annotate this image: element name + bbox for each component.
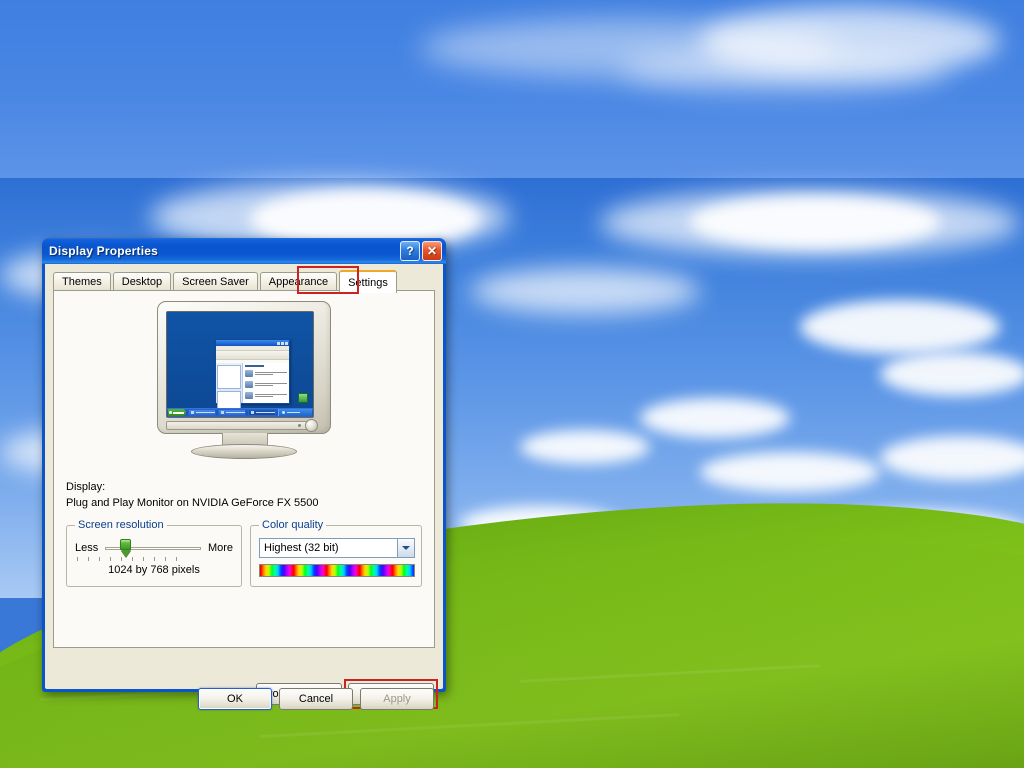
screen-resolution-slider-row: Less More	[75, 538, 233, 558]
display-info: Display: Plug and Play Monitor on NVIDIA…	[66, 479, 319, 511]
settings-tab-panel: Display: Plug and Play Monitor on NVIDIA…	[53, 290, 438, 709]
cloud	[800, 300, 1000, 354]
monitor-screen	[166, 311, 314, 418]
mini-taskbar	[167, 408, 313, 417]
mini-explorer-window	[215, 339, 290, 417]
dialog-titlebar[interactable]: Display Properties ? ✕	[42, 238, 446, 264]
slider-ticks	[77, 557, 177, 561]
tab-appearance[interactable]: Appearance	[259, 272, 338, 291]
cloud	[880, 352, 1024, 396]
mini-window-sidebar	[216, 363, 243, 417]
slider-less-label: Less	[75, 542, 99, 554]
mini-system-tray	[278, 409, 312, 416]
slider-thumb[interactable]	[120, 539, 132, 558]
mini-taskbar-item-active	[248, 409, 276, 416]
chevron-down-icon[interactable]	[397, 539, 414, 557]
tab-themes[interactable]: Themes	[53, 272, 111, 291]
tab-strip: Themes Desktop Screen Saver Appearance S…	[53, 270, 397, 293]
monitor-illustration	[154, 301, 334, 461]
color-spectrum-preview	[259, 564, 415, 577]
slider-more-label: More	[207, 542, 233, 554]
mini-window-content	[243, 363, 289, 403]
mini-window-toolbar	[216, 351, 289, 360]
display-adapter-name: Plug and Play Monitor on NVIDIA GeForce …	[66, 497, 319, 509]
screen-resolution-group: Screen resolution Less More 1024 by 768 …	[66, 519, 242, 587]
tab-screen-saver[interactable]: Screen Saver	[173, 272, 258, 291]
monitor-power-button	[305, 419, 318, 432]
cloud-soft	[470, 268, 700, 314]
dialog-title: Display Properties	[49, 244, 158, 258]
cloud	[520, 430, 650, 464]
tab-desktop[interactable]: Desktop	[112, 272, 172, 291]
ok-button[interactable]: OK	[198, 688, 272, 710]
color-quality-group: Color quality Highest (32 bit)	[250, 519, 422, 587]
screen-resolution-title: Screen resolution	[75, 519, 167, 531]
cloud-soft	[700, 6, 1000, 76]
cloud	[700, 452, 880, 492]
cloud	[640, 398, 790, 438]
help-icon[interactable]: ?	[400, 241, 420, 261]
monitor-preview-area[interactable]	[54, 301, 434, 461]
mini-desktop	[167, 312, 313, 417]
cloud	[690, 196, 940, 248]
mini-start-button	[168, 409, 186, 416]
monitor-chin	[166, 421, 314, 430]
close-icon[interactable]: ✕	[422, 241, 442, 261]
apply-button: Apply	[360, 688, 434, 710]
mini-taskbar-item	[188, 409, 216, 416]
monitor-base	[191, 444, 297, 459]
color-quality-title: Color quality	[259, 519, 327, 531]
mini-taskbar-item	[218, 409, 246, 416]
color-quality-selected-value: Highest (32 bit)	[264, 542, 339, 554]
titlebar-buttons: ? ✕	[400, 241, 442, 261]
screen-resolution-value: 1024 by 768 pixels	[108, 564, 200, 576]
color-quality-dropdown[interactable]: Highest (32 bit)	[259, 538, 415, 558]
display-properties-dialog: Display Properties ? ✕ Themes Desktop Sc…	[42, 238, 446, 710]
cancel-button[interactable]: Cancel	[279, 688, 353, 710]
tab-settings[interactable]: Settings	[339, 270, 397, 293]
monitor-power-led	[298, 424, 301, 427]
screen-resolution-slider[interactable]	[105, 538, 201, 558]
mini-window-body	[216, 363, 289, 417]
mini-desktop-icon	[298, 393, 308, 403]
display-label-caption: Display:	[66, 481, 106, 493]
dialog-body: Themes Desktop Screen Saver Appearance S…	[45, 264, 443, 710]
